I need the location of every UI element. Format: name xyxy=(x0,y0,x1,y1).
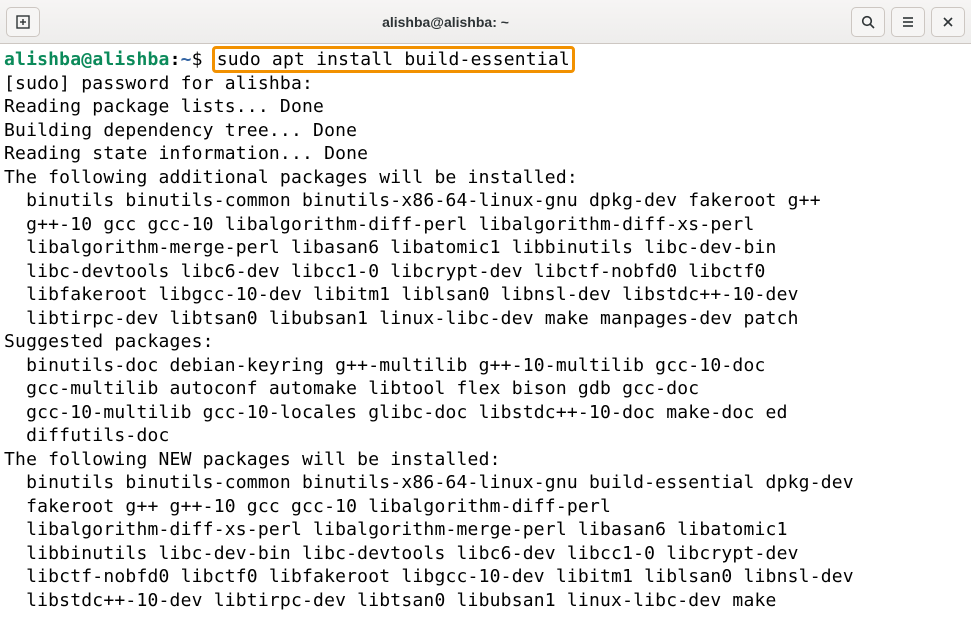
prompt-symbol: $ xyxy=(192,49,214,70)
prompt-path: ~ xyxy=(181,49,192,70)
prompt-colon: : xyxy=(170,49,181,70)
prompt-host: alishba xyxy=(92,49,169,70)
terminal-area[interactable]: alishba@alishba:~$ sudo apt install buil… xyxy=(0,44,971,612)
prompt: alishba@alishba:~$ xyxy=(4,49,214,70)
prompt-user: alishba xyxy=(4,49,81,70)
new-tab-button[interactable] xyxy=(6,7,40,37)
new-tab-icon xyxy=(15,14,31,30)
terminal-output: [sudo] password for alishba: Reading pac… xyxy=(4,73,854,611)
hamburger-icon xyxy=(900,14,916,30)
window-title: alishba@alishba: ~ xyxy=(209,14,681,30)
prompt-at: @ xyxy=(81,49,92,70)
close-button[interactable] xyxy=(931,7,965,37)
command-highlight: sudo apt install build-essential xyxy=(212,46,575,73)
close-icon xyxy=(941,15,955,29)
search-icon xyxy=(860,14,876,30)
titlebar: alishba@alishba: ~ xyxy=(0,0,971,44)
menu-button[interactable] xyxy=(891,7,925,37)
search-button[interactable] xyxy=(851,7,885,37)
